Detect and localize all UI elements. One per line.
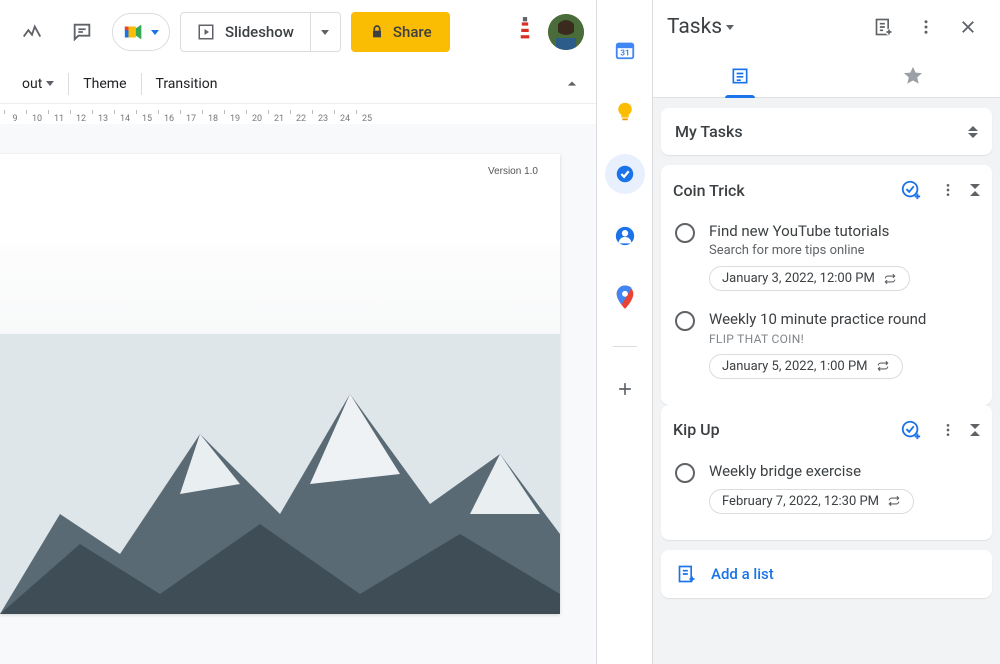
task-list-card: Coin Trick Find new YouTube tutorials Sea…	[661, 165, 992, 405]
tasks-panel: Tasks My Tasks Coin Trick Find new YouTu…	[652, 0, 1000, 664]
tasks-header: Tasks	[653, 0, 1000, 54]
lighthouse-icon[interactable]	[512, 16, 538, 48]
account-avatar[interactable]	[548, 14, 584, 50]
task-row[interactable]: Weekly 10 minute practice round FLIP THAT…	[673, 303, 980, 390]
repeat-icon	[876, 359, 890, 373]
meet-icon	[123, 21, 145, 43]
sort-toggle[interactable]	[968, 126, 978, 138]
add-list-icon	[677, 564, 697, 584]
repeat-icon	[883, 272, 897, 286]
task-checkbox[interactable]	[675, 311, 695, 331]
task-note: FLIP THAT COIN!	[709, 332, 978, 346]
slideshow-button[interactable]: Slideshow	[181, 13, 310, 51]
present-icon	[197, 23, 215, 41]
task-date-chip[interactable]: January 3, 2022, 12:00 PM	[709, 266, 910, 291]
layout-menu[interactable]: out	[12, 70, 64, 98]
top-toolbar: Slideshow Share	[0, 0, 596, 64]
chevron-down-icon	[151, 30, 159, 35]
list-view-icon	[730, 66, 750, 86]
contacts-rail-button[interactable]	[605, 216, 645, 256]
share-button[interactable]: Share	[351, 12, 450, 52]
task-row[interactable]: Weekly bridge exercise February 7, 2022, …	[673, 455, 980, 526]
add-addon-button[interactable]	[605, 369, 645, 409]
repeat-icon	[887, 494, 901, 508]
add-task-header-button[interactable]	[866, 9, 902, 45]
starred-view-tab[interactable]	[827, 54, 1000, 97]
list-more-icon[interactable]	[934, 176, 962, 204]
my-tasks-label: My Tasks	[675, 122, 743, 141]
chevron-down-icon	[726, 25, 734, 30]
task-detail: Search for more tips online	[709, 243, 978, 258]
tasks-title-dropdown[interactable]: Tasks	[667, 15, 734, 39]
slide[interactable]: Version 1.0	[0, 154, 560, 614]
mountain-image	[0, 334, 560, 614]
slide-canvas[interactable]: Version 1.0	[0, 124, 596, 664]
slideshow-options[interactable]	[310, 13, 340, 51]
list-name: Kip Up	[673, 420, 720, 439]
view-tabs	[653, 54, 1000, 98]
side-panel-rail: 31	[596, 0, 652, 664]
collapse-list-icon[interactable]	[970, 184, 980, 196]
svg-text:31: 31	[620, 49, 629, 59]
my-tasks-card[interactable]: My Tasks	[661, 108, 992, 155]
task-title: Find new YouTube tutorials	[709, 221, 978, 241]
collapse-toolbar[interactable]	[562, 74, 582, 94]
version-text: Version 1.0	[488, 166, 538, 177]
list-name: Coin Trick	[673, 181, 745, 200]
add-list-button[interactable]: Add a list	[661, 550, 992, 598]
maps-rail-button[interactable]	[605, 278, 645, 318]
task-title: Weekly 10 minute practice round	[709, 309, 978, 329]
comments-icon[interactable]	[62, 12, 102, 52]
calendar-rail-button[interactable]: 31	[605, 30, 645, 70]
list-more-icon[interactable]	[934, 416, 962, 444]
close-panel-icon[interactable]	[950, 9, 986, 45]
task-checkbox[interactable]	[675, 223, 695, 243]
task-list-card: Kip Up Weekly bridge exercise February 7,…	[661, 405, 992, 540]
lock-icon	[369, 24, 385, 40]
add-list-label: Add a list	[711, 565, 774, 583]
share-label: Share	[393, 23, 432, 41]
slideshow-button-group: Slideshow	[180, 12, 341, 52]
task-title: Weekly bridge exercise	[709, 461, 978, 481]
transition-menu[interactable]: Transition	[146, 70, 228, 98]
collapse-list-icon[interactable]	[970, 424, 980, 436]
ruler: 910111213141516171819202122232425	[0, 104, 596, 124]
keep-rail-button[interactable]	[605, 92, 645, 132]
panel-more-icon[interactable]	[908, 9, 944, 45]
tasks-body: My Tasks Coin Trick Find new YouTube tut…	[653, 98, 1000, 664]
format-menubar: out Theme Transition	[0, 64, 596, 104]
task-date-chip[interactable]: January 5, 2022, 1:00 PM	[709, 354, 903, 379]
task-date-chip[interactable]: February 7, 2022, 12:30 PM	[709, 489, 914, 514]
slideshow-label: Slideshow	[225, 23, 294, 41]
add-task-icon[interactable]	[896, 175, 926, 205]
star-icon	[902, 65, 924, 87]
activity-icon[interactable]	[12, 12, 52, 52]
list-view-tab[interactable]	[653, 54, 827, 97]
task-row[interactable]: Find new YouTube tutorials Search for mor…	[673, 215, 980, 303]
theme-menu[interactable]: Theme	[73, 70, 136, 98]
slides-app: Slideshow Share out Theme Transition 910…	[0, 0, 596, 664]
add-task-icon[interactable]	[896, 415, 926, 445]
task-checkbox[interactable]	[675, 463, 695, 483]
tasks-rail-button[interactable]	[605, 154, 645, 194]
meet-button[interactable]	[112, 13, 170, 51]
